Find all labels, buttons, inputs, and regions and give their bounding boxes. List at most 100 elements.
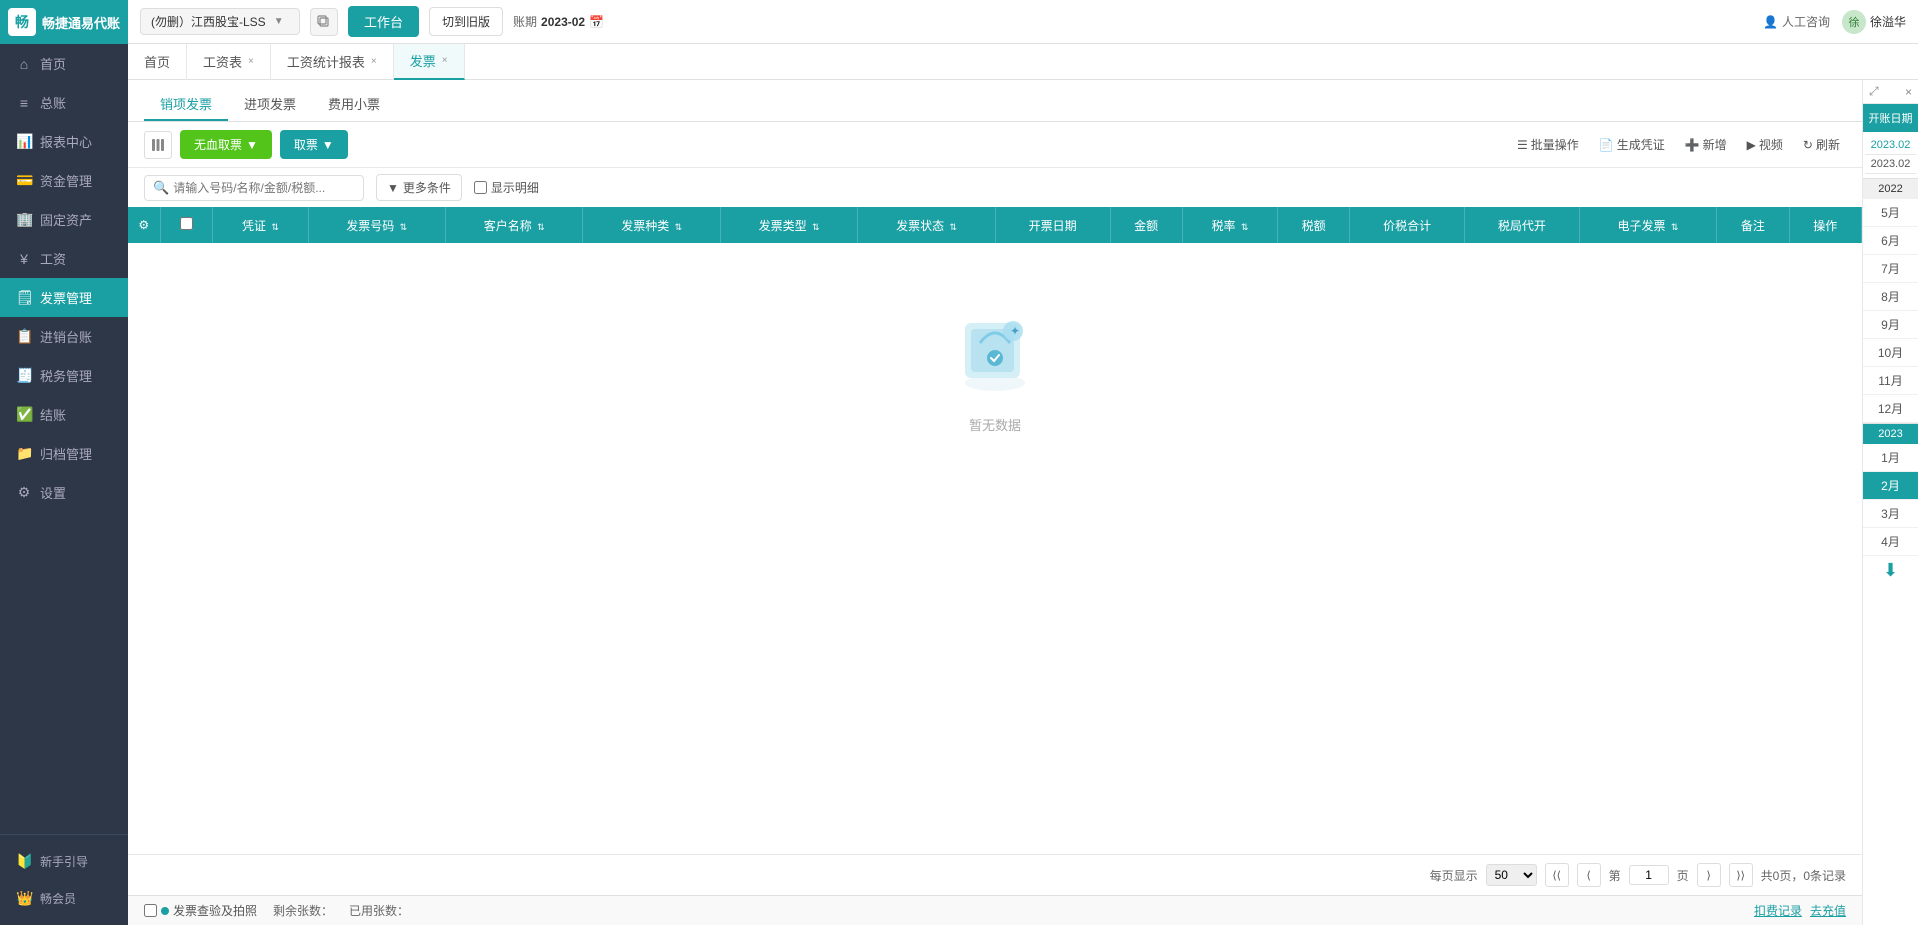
sidebar-item-member[interactable]: 👑 畅会员: [0, 880, 128, 917]
cal-month-9[interactable]: 9月: [1863, 311, 1918, 339]
tab-invoice-close[interactable]: ×: [442, 55, 448, 66]
column-settings-button[interactable]: [144, 131, 172, 159]
sidebar-item-tax[interactable]: 🧾 税务管理: [0, 356, 128, 395]
sub-tab-purchase[interactable]: 进项发票: [228, 88, 312, 121]
company-name: (勿删）江西股宝-LSS: [151, 13, 266, 30]
sidebar-item-salary[interactable]: ¥ 工资: [0, 239, 128, 278]
cal-month-4[interactable]: 4月: [1863, 528, 1918, 556]
cal-month-6[interactable]: 6月: [1863, 227, 1918, 255]
open-period-button[interactable]: 开账日期: [1863, 104, 1918, 132]
page-input[interactable]: [1629, 865, 1669, 885]
fund-icon: 💳: [16, 172, 32, 189]
new-button[interactable]: ➕ 新增: [1679, 131, 1733, 158]
calendar-close-button[interactable]: ×: [1903, 83, 1914, 101]
page-suffix-label: 页: [1677, 867, 1689, 884]
tab-salary-table-close[interactable]: ×: [248, 56, 254, 67]
col-status[interactable]: 发票状态 ⇅: [858, 207, 995, 243]
col-invoice-cat[interactable]: 发票类型 ⇅: [720, 207, 857, 243]
video-icon: ▶: [1747, 138, 1756, 152]
total-info: 共0页，0条记录: [1761, 867, 1846, 884]
more-filter-button[interactable]: ▼ 更多条件: [376, 174, 462, 201]
prev-page-button[interactable]: ⟨: [1577, 863, 1601, 887]
cal-month-2-active[interactable]: 2月: [1863, 472, 1918, 500]
cal-month-8[interactable]: 8月: [1863, 283, 1918, 311]
last-page-button[interactable]: ⟩⟩: [1729, 863, 1753, 887]
per-page-select[interactable]: 50 20 100: [1486, 864, 1537, 886]
no-takeout-button[interactable]: 无血取票 ▼: [180, 130, 272, 159]
search-input[interactable]: [173, 181, 355, 195]
search-box[interactable]: 🔍: [144, 175, 364, 201]
tab-salary-stats-close[interactable]: ×: [371, 56, 377, 67]
main-area: (勿删）江西股宝-LSS ▼ 工作台 切到旧版 账期 2023-02 📅 👤 人…: [128, 0, 1918, 925]
cal-month-12[interactable]: 12月: [1863, 395, 1918, 423]
user-info[interactable]: 徐 徐溢华: [1842, 10, 1906, 34]
buy-link[interactable]: 去充值: [1810, 902, 1846, 919]
copy-button[interactable]: [310, 8, 338, 36]
logo-icon: 畅: [8, 8, 36, 36]
sidebar-item-guide[interactable]: 🔰 新手引导: [0, 843, 128, 880]
calendar-panel: ⤢ × 开账日期 2023.02 2023.02 2022 5月 6月 7月 8…: [1862, 80, 1918, 925]
tab-home[interactable]: 首页: [128, 44, 187, 80]
video-button[interactable]: ▶ 视频: [1741, 131, 1789, 158]
cal-month-3[interactable]: 3月: [1863, 500, 1918, 528]
sidebar-item-fund[interactable]: 💳 资金管理: [0, 161, 128, 200]
gen-voucher-button[interactable]: 📄 生成凭证: [1593, 131, 1671, 158]
select-all-checkbox[interactable]: [180, 217, 193, 230]
sidebar-item-closing[interactable]: ✅ 结账: [0, 395, 128, 434]
invoice-check-checkbox[interactable]: [144, 904, 157, 917]
sidebar-item-home[interactable]: ⌂ 首页: [0, 44, 128, 83]
sidebar-item-assets[interactable]: 🏢 固定资产: [0, 200, 128, 239]
col-settings[interactable]: ⚙: [128, 207, 160, 243]
sidebar-item-invoice[interactable]: 🗒 发票管理: [0, 278, 128, 317]
refresh-button[interactable]: ↻ 刷新: [1797, 131, 1846, 158]
avatar: 徐: [1842, 10, 1866, 34]
sidebar-item-settings[interactable]: ⚙ 设置: [0, 473, 128, 512]
col-invoice-no[interactable]: 发票号码 ⇅: [308, 207, 445, 243]
sidebar-item-purchase[interactable]: 📋 进销台账: [0, 317, 128, 356]
col-checkbox[interactable]: [160, 207, 213, 243]
col-tax-rate[interactable]: 税率 ⇅: [1182, 207, 1277, 243]
sidebar-label-fund: 资金管理: [40, 171, 92, 190]
cal-month-10[interactable]: 10月: [1863, 339, 1918, 367]
takeout-button[interactable]: 取票 ▼: [280, 130, 348, 159]
record-link[interactable]: 扣费记录: [1754, 902, 1802, 919]
home-icon: ⌂: [16, 56, 32, 72]
cal-month-5[interactable]: 5月: [1863, 199, 1918, 227]
tax-icon: 🧾: [16, 367, 32, 384]
sub-tab-sales[interactable]: 销项发票: [144, 88, 228, 121]
status-dot: [161, 907, 169, 915]
col-customer[interactable]: 客户名称 ⇅: [445, 207, 582, 243]
archive-icon: 📁: [16, 445, 32, 462]
support-link[interactable]: 👤 人工咨询: [1763, 13, 1830, 30]
invoice-panel: 销项发票 进项发票 费用小票 无血取票 ▼ 取票: [128, 80, 1862, 925]
col-invoice-type[interactable]: 发票种类 ⇅: [583, 207, 720, 243]
company-selector[interactable]: (勿删）江西股宝-LSS ▼: [140, 8, 300, 35]
cal-month-7[interactable]: 7月: [1863, 255, 1918, 283]
sub-tabs: 销项发票 进项发票 费用小票: [128, 80, 1862, 122]
cal-date-2[interactable]: 2023.02: [1865, 155, 1916, 174]
show-detail-toggle[interactable]: 显示明细: [474, 179, 539, 196]
cal-date-1[interactable]: 2023.02: [1865, 136, 1916, 155]
calendar-scroll-down-button[interactable]: ⬇: [1883, 560, 1898, 581]
sidebar-item-archive[interactable]: 📁 归档管理: [0, 434, 128, 473]
first-page-button[interactable]: ⟨⟨: [1545, 863, 1569, 887]
next-page-button[interactable]: ⟩: [1697, 863, 1721, 887]
batch-ops-button[interactable]: ☰ 批量操作: [1511, 131, 1585, 158]
col-voucher[interactable]: 凭证 ⇅: [213, 207, 308, 243]
cal-month-1[interactable]: 1月: [1863, 444, 1918, 472]
invoice-check-toggle[interactable]: 发票查验及拍照: [144, 902, 257, 919]
workbench-button[interactable]: 工作台: [348, 6, 419, 37]
sub-tab-expense[interactable]: 费用小票: [312, 88, 396, 121]
tab-salary-table[interactable]: 工资表 ×: [187, 44, 271, 80]
calendar-maximize-button[interactable]: ⤢: [1867, 82, 1881, 101]
sidebar-item-ledger[interactable]: ≡ 总账: [0, 83, 128, 122]
tab-salary-stats[interactable]: 工资统计报表 ×: [271, 44, 394, 80]
col-e-invoice[interactable]: 电子发票 ⇅: [1579, 207, 1716, 243]
tab-invoice[interactable]: 发票 ×: [394, 44, 465, 80]
show-detail-checkbox[interactable]: [474, 181, 487, 194]
switch-version-button[interactable]: 切到旧版: [429, 7, 503, 36]
customer-sort-icon: ⇅: [537, 222, 545, 232]
sidebar-item-reports[interactable]: 📊 报表中心: [0, 122, 128, 161]
invoice-icon: 🗒: [16, 289, 32, 306]
cal-month-11[interactable]: 11月: [1863, 367, 1918, 395]
